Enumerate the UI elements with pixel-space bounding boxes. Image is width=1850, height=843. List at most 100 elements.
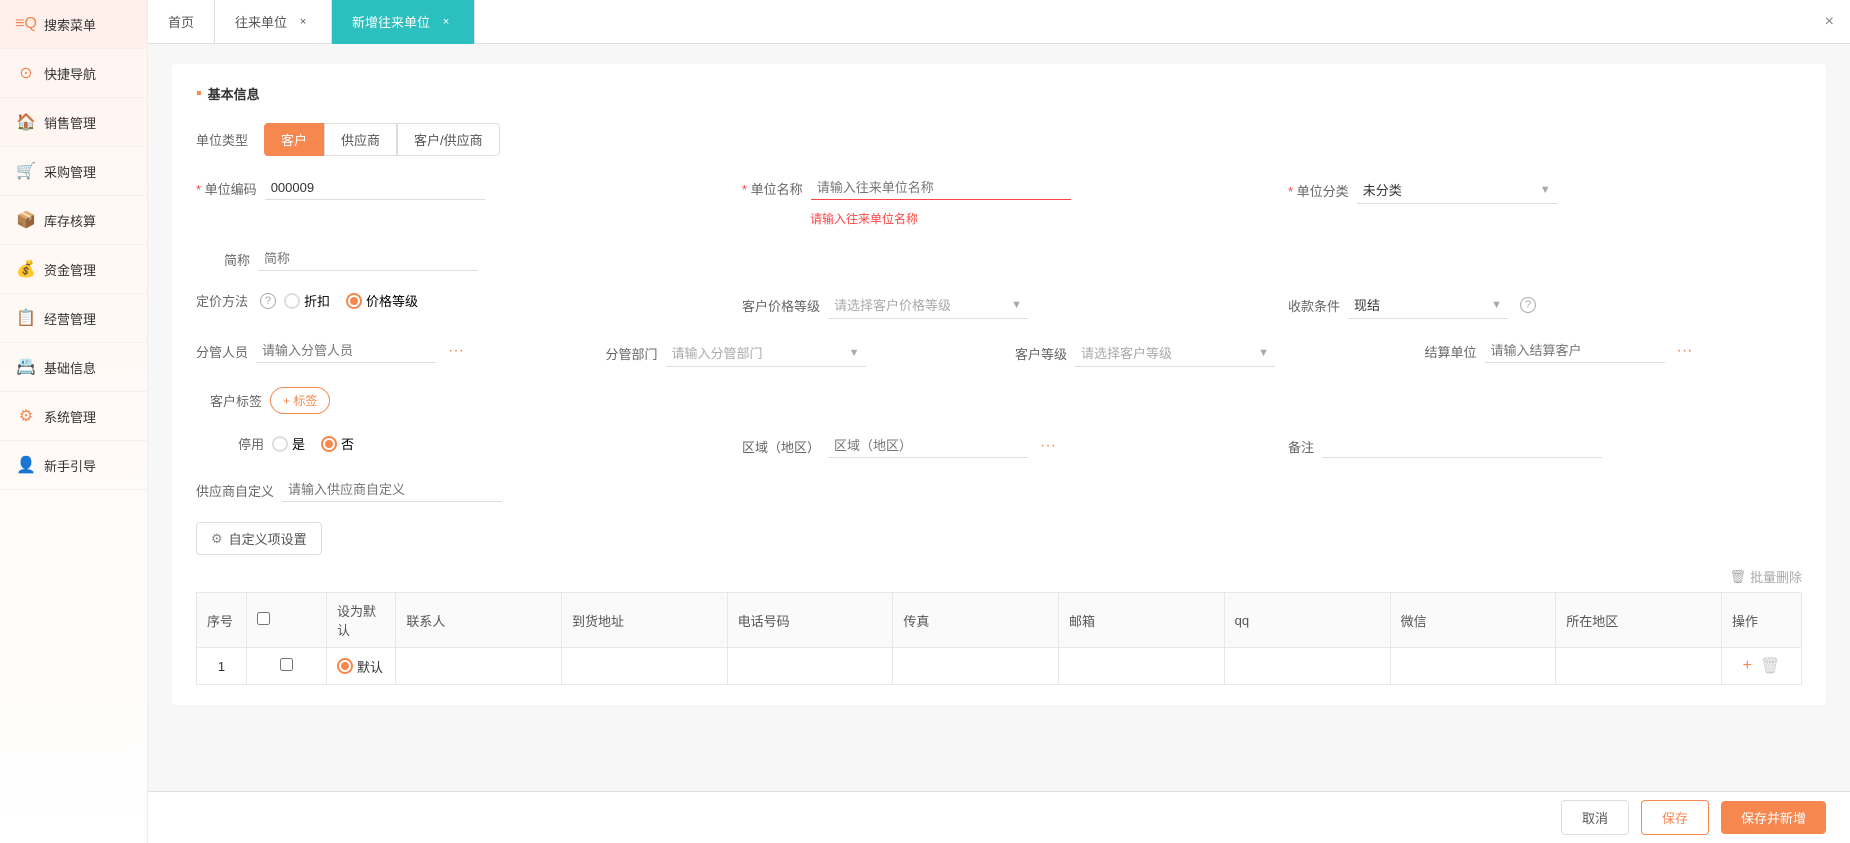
- disabled-region-row: 停用 是 否 区域（地区） ···: [196, 434, 1802, 458]
- payment-terms-label: 收款条件: [1288, 296, 1340, 315]
- customer-price-group: 客户价格等级 请选择客户价格等级 ▼: [742, 291, 1256, 319]
- type-btn-supplier[interactable]: 供应商: [324, 123, 397, 156]
- basicinfo-icon: 📇: [16, 357, 36, 377]
- chevron-down-icon: ▼: [1540, 184, 1551, 196]
- col-header-action: 操作: [1722, 593, 1802, 648]
- sidebar-item-system[interactable]: ⚙ 系统管理: [0, 392, 147, 441]
- sidebar-item-guide[interactable]: 👤 新手引导: [0, 441, 147, 490]
- unit-name-input[interactable]: [811, 176, 1071, 200]
- operations-icon: 📋: [16, 308, 36, 328]
- row-wechat-input[interactable]: [1401, 659, 1546, 674]
- row-qq-input[interactable]: [1235, 659, 1380, 674]
- sidebar-item-search[interactable]: ≡Q 搜索菜单: [0, 0, 147, 49]
- alias-input[interactable]: [258, 247, 478, 271]
- sidebar-item-sales[interactable]: 🏠 销售管理: [0, 98, 147, 147]
- type-btn-customer[interactable]: 客户: [264, 123, 324, 156]
- pricing-level-option[interactable]: 价格等级: [346, 291, 418, 310]
- tab-new-contact[interactable]: 新增往来单位 ×: [332, 0, 475, 44]
- alias-group: 简称: [196, 247, 1802, 271]
- sidebar-item-finance[interactable]: 💰 资金管理: [0, 245, 147, 294]
- tab-home[interactable]: 首页: [148, 0, 215, 44]
- manager-input[interactable]: [256, 339, 436, 363]
- chevron-down-icon5: ▼: [1258, 347, 1269, 359]
- region-input[interactable]: [828, 434, 1028, 458]
- remarks-input[interactable]: [1322, 434, 1602, 458]
- sidebar-item-operations[interactable]: 📋 经营管理: [0, 294, 147, 343]
- save-button[interactable]: 保存: [1641, 800, 1709, 835]
- row-email-input[interactable]: [1069, 659, 1214, 674]
- supplier-custom-group: 供应商自定义: [196, 478, 1802, 502]
- settlement-input[interactable]: [1485, 339, 1665, 363]
- pricing-level-radio[interactable]: [346, 293, 362, 309]
- custom-settings-button[interactable]: ⚙ 自定义项设置: [196, 522, 322, 555]
- row-delete-btn[interactable]: 🗑: [1760, 656, 1780, 676]
- settlement-more-btn[interactable]: ···: [1673, 342, 1697, 360]
- disabled-no-option[interactable]: 否: [321, 434, 354, 453]
- sidebar-item-finance-label: 资金管理: [44, 260, 96, 279]
- sidebar-item-purchase[interactable]: 🛒 采购管理: [0, 147, 147, 196]
- search-icon: ≡Q: [16, 14, 36, 34]
- manager-row: 分管人员 ··· 分管部门 请输入分管部门 ▼ 客户等级 请选择客户等级 ▼: [196, 339, 1802, 367]
- select-all-checkbox[interactable]: [257, 612, 270, 625]
- manager-more-btn[interactable]: ···: [444, 342, 468, 360]
- disabled-yes-radio[interactable]: [272, 436, 288, 452]
- chevron-down-icon2: ▼: [1011, 299, 1022, 311]
- row-phone-input[interactable]: [738, 659, 883, 674]
- unit-category-value: 未分类: [1363, 180, 1532, 199]
- tab-new-contact-close[interactable]: ×: [438, 14, 454, 30]
- tag-label: 客户标签: [210, 391, 262, 410]
- row-fax-input[interactable]: [903, 659, 1048, 674]
- row-region-input[interactable]: [1566, 659, 1711, 674]
- disabled-no-radio[interactable]: [321, 436, 337, 452]
- unit-type-row: 单位类型 客户 供应商 客户/供应商: [196, 123, 1802, 156]
- row-wechat: [1390, 648, 1556, 685]
- supplier-custom-input[interactable]: [282, 478, 502, 502]
- add-tag-button[interactable]: + 标签: [270, 387, 330, 414]
- finance-icon: 💰: [16, 259, 36, 279]
- unit-code-input[interactable]: [265, 176, 485, 200]
- row-contact-input[interactable]: [406, 659, 551, 674]
- disabled-label: 停用: [238, 434, 264, 453]
- region-more-btn[interactable]: ···: [1036, 437, 1060, 455]
- col-header-address: 到货地址: [562, 593, 728, 648]
- department-group: 分管部门 请输入分管部门 ▼: [606, 339, 984, 367]
- batch-delete-button[interactable]: 🗑 批量删除: [1729, 567, 1802, 586]
- code-name-category-row: 单位编码 单位名称 请输入往来单位名称 单位分类 未分类 ▼: [196, 176, 1802, 227]
- row-action: + 🗑: [1722, 648, 1802, 685]
- department-select[interactable]: 请输入分管部门 ▼: [666, 339, 866, 367]
- unit-category-select[interactable]: 未分类 ▼: [1357, 176, 1557, 204]
- alias-label: 简称: [224, 250, 250, 269]
- disabled-yes-option[interactable]: 是: [272, 434, 305, 453]
- row-email: [1058, 648, 1224, 685]
- row-address-input[interactable]: [572, 659, 717, 674]
- row-add-btn[interactable]: +: [1743, 657, 1752, 675]
- sidebar-item-quick-nav[interactable]: ⊙ 快捷导航: [0, 49, 147, 98]
- row-default-radio[interactable]: [337, 658, 353, 674]
- tab-contacts[interactable]: 往来单位 ×: [215, 0, 332, 44]
- pricing-discount-radio[interactable]: [284, 293, 300, 309]
- pricing-level-label: 价格等级: [366, 291, 418, 310]
- purchase-icon: 🛒: [16, 161, 36, 181]
- customer-level-select[interactable]: 请选择客户等级 ▼: [1075, 339, 1275, 367]
- basic-info-card: ▪ 基本信息 单位类型 客户 供应商 客户/供应商 单位编码: [172, 64, 1826, 705]
- row-select-checkbox[interactable]: [280, 658, 293, 671]
- type-btn-both[interactable]: 客户/供应商: [397, 123, 500, 156]
- cancel-button[interactable]: 取消: [1561, 800, 1629, 835]
- custom-settings-label: 自定义项设置: [229, 529, 307, 548]
- sidebar-item-basic-info[interactable]: 📇 基础信息: [0, 343, 147, 392]
- payment-question-icon[interactable]: ?: [1520, 297, 1536, 313]
- sidebar-item-inventory[interactable]: 📦 库存核算: [0, 196, 147, 245]
- payment-terms-select[interactable]: 现结 ▼: [1348, 291, 1508, 319]
- pricing-discount-option[interactable]: 折扣: [284, 291, 330, 310]
- save-and-new-button[interactable]: 保存并新增: [1721, 801, 1826, 834]
- tab-contacts-close[interactable]: ×: [295, 14, 311, 30]
- close-all-tabs[interactable]: ×: [1825, 13, 1850, 31]
- customer-level-placeholder: 请选择客户等级: [1081, 343, 1250, 362]
- customer-price-select[interactable]: 请选择客户价格等级 ▼: [828, 291, 1028, 319]
- pricing-question-icon[interactable]: ?: [260, 293, 276, 309]
- row-checkbox: [247, 648, 327, 685]
- table-row: 1 默认: [197, 648, 1802, 685]
- pricing-discount-label: 折扣: [304, 291, 330, 310]
- sidebar-item-search-label: 搜索菜单: [44, 15, 96, 34]
- alias-row: 简称: [196, 247, 1802, 271]
